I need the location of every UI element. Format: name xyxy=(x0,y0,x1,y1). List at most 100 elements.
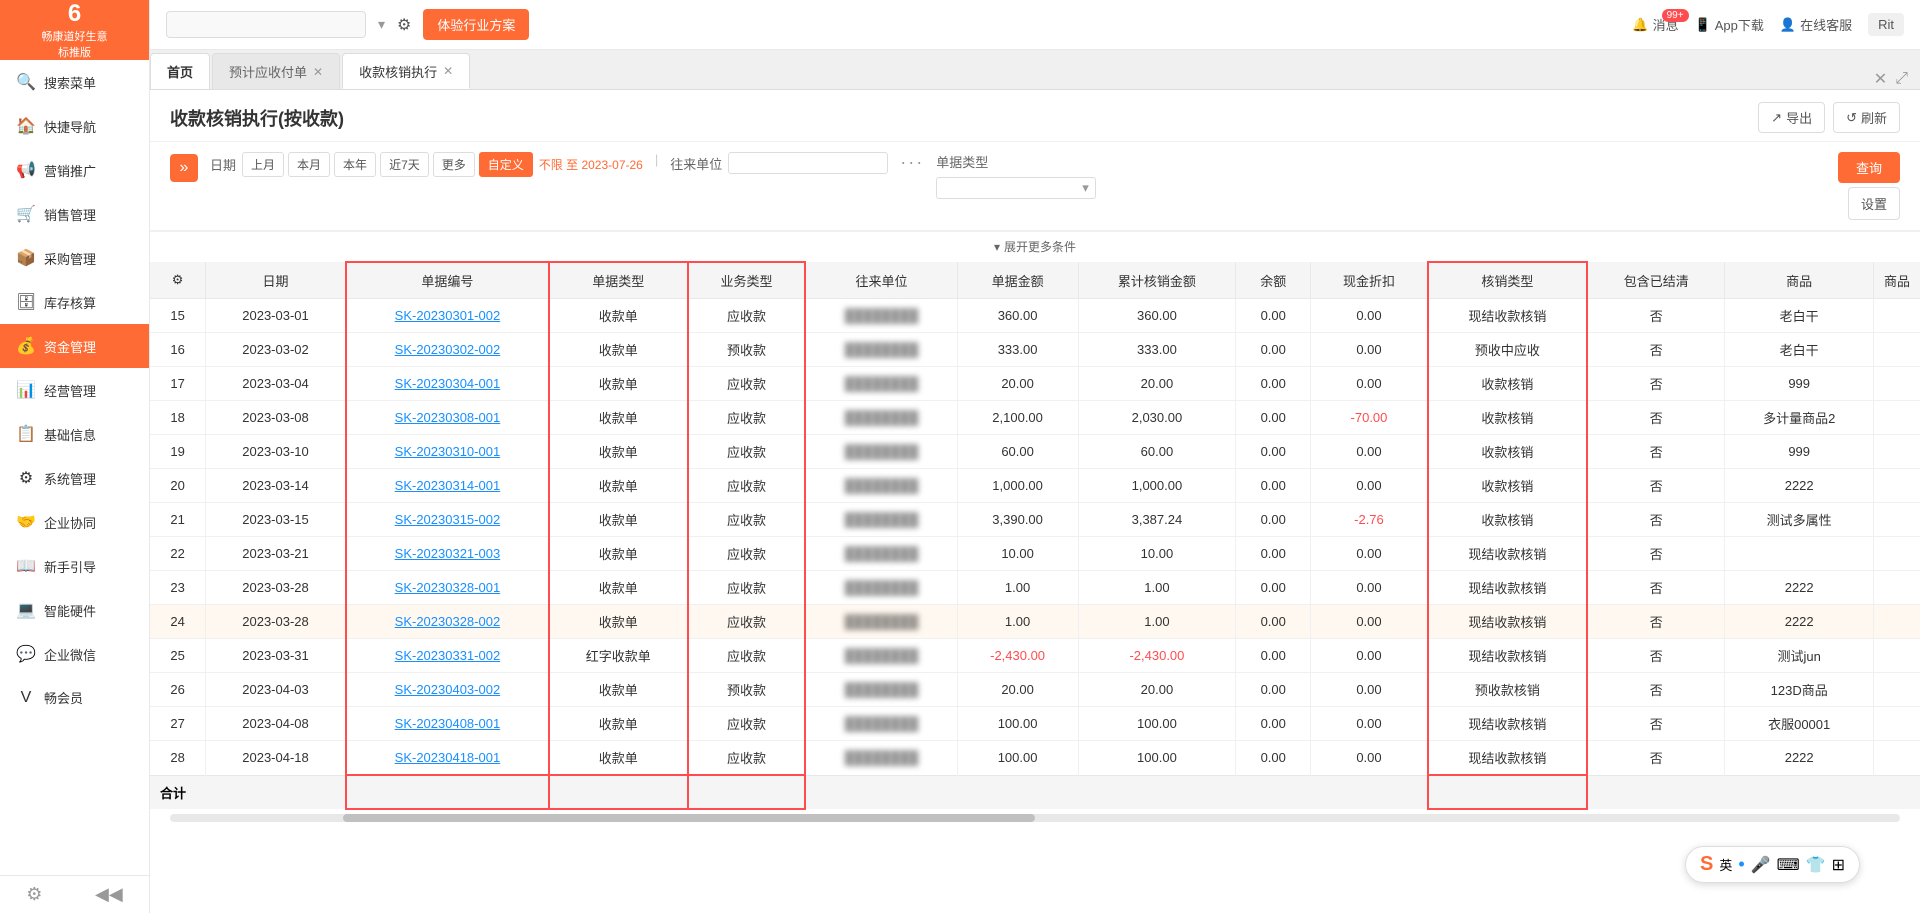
col-header-date[interactable]: 日期 xyxy=(206,262,346,299)
filter-date-7days[interactable]: 近7天 xyxy=(380,152,429,177)
cell-product2 xyxy=(1873,741,1920,776)
cell-balance: 0.00 xyxy=(1236,707,1311,741)
col-header-cash-discount[interactable]: 现金折扣 xyxy=(1311,262,1428,299)
table-row: 15 2023-03-01 SK-20230301-002 收款单 应收款 ██… xyxy=(150,299,1920,333)
col-header-bill-amount[interactable]: 单据金额 xyxy=(957,262,1078,299)
ops-icon: 📊 xyxy=(16,380,36,400)
filter-date-custom[interactable]: 自定义 xyxy=(479,152,533,177)
corp-icon: 🤝 xyxy=(16,512,36,532)
cell-counterpart: ████████ xyxy=(805,503,957,537)
sidebar-item-quicknav[interactable]: 🏠 快捷导航 xyxy=(0,104,149,148)
cell-cash-discount: 0.00 xyxy=(1311,367,1428,401)
tab-close-all-icon[interactable]: ✕ xyxy=(1874,69,1887,89)
filter-billtype-group: 单据类型 ▾ xyxy=(936,152,1147,199)
cell-verify-amount: 60.00 xyxy=(1078,435,1236,469)
logo-icon: 6 xyxy=(68,0,81,28)
sidebar-item-ops[interactable]: 📊 经营管理 xyxy=(0,368,149,412)
sidebar-item-system[interactable]: ⚙ 系统管理 xyxy=(0,456,149,500)
tab-collection-close[interactable]: ✕ xyxy=(443,64,453,78)
horizontal-scrollbar[interactable] xyxy=(343,814,1035,822)
bill-type-input[interactable] xyxy=(936,177,1096,199)
tab-preorder-close[interactable]: ✕ xyxy=(313,65,323,79)
cell-cash-discount: 0.00 xyxy=(1311,435,1428,469)
filter-date-thisyear[interactable]: 本年 xyxy=(334,152,376,177)
cell-include-settled: 否 xyxy=(1587,503,1725,537)
filter-date-lastmonth[interactable]: 上月 xyxy=(242,152,284,177)
col-header-product2[interactable]: 商品 xyxy=(1873,262,1920,299)
setting-button[interactable]: 设置 xyxy=(1848,187,1900,220)
counterpart-input[interactable] xyxy=(728,152,888,174)
sidebar-item-search[interactable]: 🔍 搜索菜单 xyxy=(0,60,149,104)
user-name[interactable]: Rit xyxy=(1868,13,1904,36)
cell-bill-type: 红字收款单 xyxy=(549,639,688,673)
page-inner: 收款核销执行(按收款) ↗ 导出 ↺ 刷新 » 日期 xyxy=(150,90,1920,913)
col-header-verify-type[interactable]: 核销类型 xyxy=(1428,262,1587,299)
cell-cash-discount: -2.76 xyxy=(1311,503,1428,537)
filter-date-thismonth[interactable]: 本月 xyxy=(288,152,330,177)
mic-icon[interactable]: 🎤 xyxy=(1751,855,1771,875)
query-button[interactable]: 查询 xyxy=(1838,152,1900,183)
col-header-verify-amount[interactable]: 累计核销金额 xyxy=(1078,262,1236,299)
inventory-icon: 🗄 xyxy=(16,292,36,312)
table-row: 23 2023-03-28 SK-20230328-001 收款单 应收款 ██… xyxy=(150,571,1920,605)
keyboard-icon[interactable]: ⌨ xyxy=(1777,855,1800,875)
sidebar-item-sales[interactable]: 🛒 销售管理 xyxy=(0,192,149,236)
cell-bill-no: SK-20230310-001 xyxy=(346,435,549,469)
col-header-balance[interactable]: 余额 xyxy=(1236,262,1311,299)
col-header-product[interactable]: 商品 xyxy=(1725,262,1874,299)
topbar-search-input[interactable] xyxy=(166,11,366,38)
cell-product2 xyxy=(1873,333,1920,367)
col-header-counterpart[interactable]: 往来单位 xyxy=(805,262,957,299)
cell-verify-amount: 1.00 xyxy=(1078,571,1236,605)
sidebar-item-guide[interactable]: 📖 新手引导 xyxy=(0,544,149,588)
col-header-bill-type[interactable]: 单据类型 xyxy=(549,262,688,299)
col-header-bill-no[interactable]: 单据编号 xyxy=(346,262,549,299)
sidebar-item-hardware[interactable]: 💻 智能硬件 xyxy=(0,588,149,632)
col-header-biz-type[interactable]: 业务类型 xyxy=(688,262,806,299)
sidebar-item-wechat[interactable]: 💬 企业微信 xyxy=(0,632,149,676)
cell-counterpart: ████████ xyxy=(805,537,957,571)
service-icon: 👤 xyxy=(1780,17,1796,33)
grid-icon[interactable]: ⊞ xyxy=(1832,855,1845,875)
topbar-gear-icon[interactable]: ⚙ xyxy=(397,15,411,35)
sidebar-item-member[interactable]: V 畅会员 xyxy=(0,676,149,719)
col-header-include-settled[interactable]: 包含已结清 xyxy=(1587,262,1725,299)
cell-no: 27 xyxy=(150,707,206,741)
sidebar-item-finance[interactable]: 💰 资金管理 xyxy=(0,324,149,368)
cell-counterpart: ████████ xyxy=(805,741,957,776)
cell-biz-type: 应收款 xyxy=(688,299,806,333)
sidebar-item-basic[interactable]: 📋 基础信息 xyxy=(0,412,149,456)
tab-home[interactable]: 首页 xyxy=(150,53,210,89)
sidebar-item-corp[interactable]: 🤝 企业协同 xyxy=(0,500,149,544)
messages-button[interactable]: 🔔 消息 99+ xyxy=(1632,15,1678,34)
tab-collection[interactable]: 收款核销执行 ✕ xyxy=(342,53,470,89)
tab-expand-icon[interactable]: ⤢ xyxy=(1895,70,1908,88)
table-row: 28 2023-04-18 SK-20230418-001 收款单 应收款 ██… xyxy=(150,741,1920,776)
sidebar-label-ops: 经营管理 xyxy=(44,381,96,400)
sidebar-settings-icon[interactable]: ⚙ xyxy=(26,884,42,905)
sidebar-collapse-icon[interactable]: ◀◀ xyxy=(95,884,123,905)
filter-date-more[interactable]: 更多 xyxy=(433,152,475,177)
cell-date: 2023-03-28 xyxy=(206,605,346,639)
sidebar-item-marketing[interactable]: 📢 营销推广 xyxy=(0,148,149,192)
sidebar-item-purchase[interactable]: 📦 采购管理 xyxy=(0,236,149,280)
cell-biz-type: 应收款 xyxy=(688,707,806,741)
cell-bill-amount: 3,390.00 xyxy=(957,503,1078,537)
refresh-button[interactable]: ↺ 刷新 xyxy=(1833,102,1900,133)
shirt-icon[interactable]: 👕 xyxy=(1806,855,1826,875)
app-download-label: App下载 xyxy=(1715,15,1764,34)
col-header-settings[interactable]: ⚙ xyxy=(150,262,206,299)
cell-cash-discount: 0.00 xyxy=(1311,333,1428,367)
filter-toggle-button[interactable]: » xyxy=(170,154,198,182)
online-service-button[interactable]: 👤 在线客服 xyxy=(1780,15,1852,34)
sidebar-item-inventory[interactable]: 🗄 库存核算 xyxy=(0,280,149,324)
cell-bill-amount: 20.00 xyxy=(957,673,1078,707)
app-download-button[interactable]: 📱 App下载 xyxy=(1695,15,1764,34)
filter-date-range: 不限 至 2023-07-26 xyxy=(539,156,643,173)
expand-more-button[interactable]: ▾ 展开更多条件 xyxy=(994,238,1076,255)
app-name: 畅康道好生意 xyxy=(42,28,108,44)
solution-button[interactable]: 体验行业方案 xyxy=(423,9,529,40)
export-button[interactable]: ↗ 导出 xyxy=(1758,102,1825,133)
tab-preorder[interactable]: 预计应收付单 ✕ xyxy=(212,53,340,89)
cell-verify-type: 收款核销 xyxy=(1428,435,1587,469)
